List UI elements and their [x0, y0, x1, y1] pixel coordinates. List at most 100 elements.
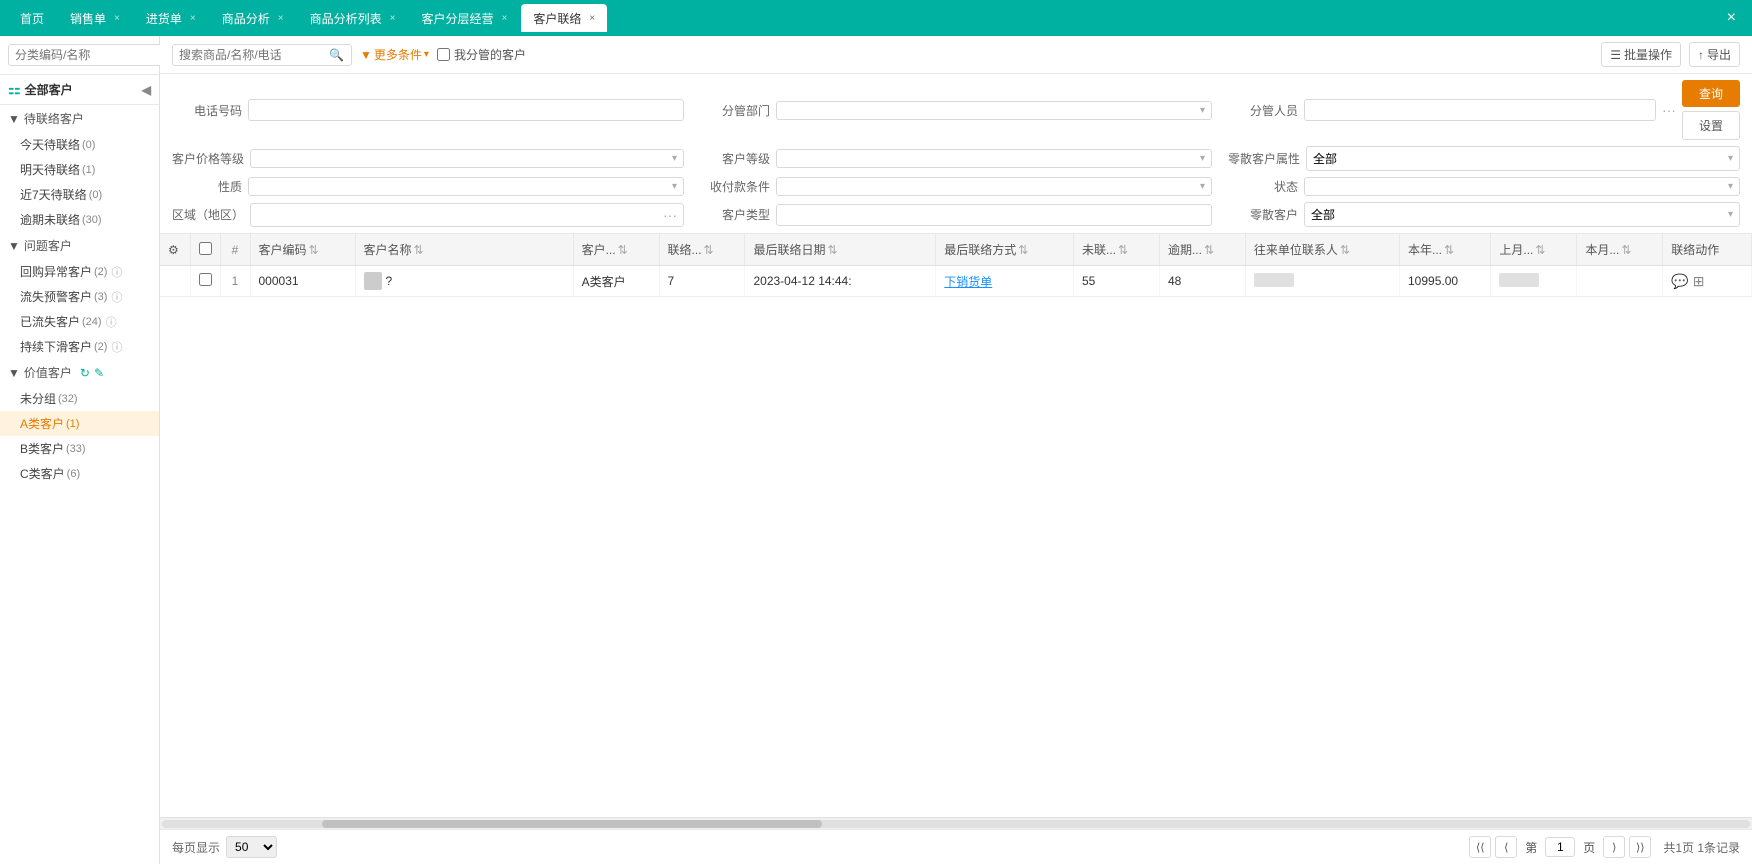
sidebar-item-churned[interactable]: 已流失客户 (24) ⓘ: [0, 309, 159, 334]
td-last-method: 下销货单: [936, 266, 1074, 297]
sidebar-collapse-icon[interactable]: ◀: [142, 83, 151, 97]
filter-search-box: 🔍: [172, 44, 352, 66]
sidebar-item-class-c-badge: (6): [67, 468, 80, 480]
page-size-select[interactable]: 50 100 200: [226, 836, 277, 858]
sidebar-item-today-pending[interactable]: 今天待联络 (0): [0, 132, 159, 157]
tab-product-analysis-close[interactable]: ×: [278, 13, 284, 24]
filter-input-customer-type[interactable]: [776, 204, 1212, 226]
tab-sales-close[interactable]: ×: [114, 13, 120, 24]
filter-row-nature: 性质 ▾: [172, 177, 684, 196]
batch-operation-btn[interactable]: ☰ 批量操作: [1601, 42, 1681, 67]
th-no-contact[interactable]: 未联...⇅: [1074, 234, 1160, 266]
sidebar-item-overdue[interactable]: 逾期未联络 (30): [0, 207, 159, 232]
sidebar-item-class-a[interactable]: A类客户 (1): [0, 411, 159, 436]
td-name: ?: [355, 266, 573, 297]
th-code[interactable]: 客户编码⇅: [250, 234, 355, 266]
chevron-retail-attr-icon: ▾: [1728, 153, 1733, 164]
th-this-year[interactable]: 本年...⇅: [1400, 234, 1491, 266]
filter-search-icon[interactable]: 🔍: [329, 48, 344, 62]
th-overdue[interactable]: 逾期...⇅: [1159, 234, 1245, 266]
main-layout: 🔍 ⚏ 全部客户 ◀ ▼ 待联络客户 今天待联络 (0) 明天待联络 (1) 近…: [0, 36, 1752, 864]
select-all-checkbox[interactable]: [199, 242, 212, 255]
filter-label-status: 状态: [1228, 178, 1298, 195]
sidebar-item-ungrouped[interactable]: 未分组 (32): [0, 386, 159, 411]
sidebar-item-declining[interactable]: 持续下滑客户 (2) ⓘ: [0, 334, 159, 359]
tab-customer-contact[interactable]: 客户联络 ×: [521, 4, 607, 32]
scroll-thumb[interactable]: [322, 820, 822, 828]
last-page-btn[interactable]: ⟩⟩: [1629, 836, 1651, 858]
filter-more-btn[interactable]: ▼ 更多条件 ▾: [360, 46, 429, 63]
th-contact-count[interactable]: 联络...⇅: [659, 234, 745, 266]
setting-button[interactable]: 设置: [1682, 111, 1740, 140]
th-contact-count-label: 联络...: [668, 241, 702, 258]
advanced-filter: 电话号码 分管部门 ▾ 分管人员 ··· 查询 设置: [160, 74, 1752, 234]
filter-select-customer-level[interactable]: ▾: [776, 149, 1212, 168]
sidebar-item-tomorrow-pending[interactable]: 明天待联络 (1): [0, 157, 159, 182]
tab-purchase[interactable]: 进货单 ×: [134, 4, 208, 32]
th-contact-person[interactable]: 往来单位联系人⇅: [1245, 234, 1399, 266]
tab-product-analysis-list[interactable]: 商品分析列表 ×: [298, 4, 408, 32]
tab-purchase-close[interactable]: ×: [190, 13, 196, 24]
filter-select-price-level[interactable]: ▾: [250, 149, 684, 168]
tab-sales[interactable]: 销售单 ×: [58, 4, 132, 32]
next-page-btn[interactable]: ⟩: [1603, 836, 1625, 858]
page-input[interactable]: [1545, 837, 1575, 857]
filter-input-manager[interactable]: [1304, 99, 1656, 121]
sidebar-all-customers-label: 全部客户: [25, 81, 73, 98]
sidebar-group-value[interactable]: ▼ 价值客户 ↻ ✎: [0, 359, 159, 386]
filter-select-nature[interactable]: ▾: [248, 177, 684, 196]
last-method-link[interactable]: 下销货单: [944, 275, 992, 289]
sidebar-item-class-b[interactable]: B类客户 (33): [0, 436, 159, 461]
prev-page-btn[interactable]: ⟨: [1495, 836, 1517, 858]
filter-select-region[interactable]: ···: [250, 203, 684, 227]
th-settings[interactable]: ⚙: [160, 234, 190, 266]
close-all-tabs[interactable]: ×: [1719, 9, 1744, 27]
horizontal-scrollbar[interactable]: [160, 817, 1752, 829]
tab-customer-tier-close[interactable]: ×: [501, 13, 507, 24]
sidebar-item-churn-warning[interactable]: 流失预警客户 (3) ⓘ: [0, 284, 159, 309]
tab-customer-tier[interactable]: 客户分层经营 ×: [409, 4, 519, 32]
sidebar-search-input[interactable]: [8, 44, 177, 66]
sidebar-group-problem[interactable]: ▼ 问题客户: [0, 232, 159, 259]
query-button[interactable]: 查询: [1682, 80, 1740, 107]
sidebar-item-churn-warning-label: 流失预警客户: [20, 288, 92, 305]
filter-select-dept[interactable]: ▾: [776, 101, 1212, 120]
toolbar-right: ☰ 批量操作 ↑ 导出: [1601, 42, 1740, 67]
export-btn[interactable]: ↑ 导出: [1689, 42, 1740, 67]
th-last-method[interactable]: 最后联络方式⇅: [936, 234, 1074, 266]
td-code: 000031: [250, 266, 355, 297]
grid-icon[interactable]: ⊞: [1693, 273, 1705, 290]
th-name[interactable]: 客户名称⇅: [355, 234, 573, 266]
filter-input-phone[interactable]: [248, 99, 684, 121]
th-level[interactable]: 客户...⇅: [573, 234, 659, 266]
th-contact-person-label: 往来单位联系人: [1254, 241, 1338, 258]
filter-select-retail-attr[interactable]: 全部 ▾: [1306, 146, 1740, 171]
row-checkbox[interactable]: [199, 273, 212, 286]
filter-search-input[interactable]: [179, 48, 329, 62]
th-last-date[interactable]: 最后联络日期⇅: [745, 234, 936, 266]
th-this-month[interactable]: 本月...⇅: [1577, 234, 1663, 266]
sidebar-item-class-c[interactable]: C类客户 (6): [0, 461, 159, 486]
tab-customer-contact-close[interactable]: ×: [589, 13, 595, 24]
edit-icon[interactable]: ✎: [94, 366, 104, 380]
sidebar-group-problem-label: 问题客户: [24, 237, 72, 254]
filter-dots-manager[interactable]: ···: [1662, 102, 1676, 118]
filter-dots-region[interactable]: ···: [663, 207, 677, 223]
tab-home[interactable]: 首页: [8, 4, 56, 32]
tab-product-analysis-list-close[interactable]: ×: [390, 13, 396, 24]
sidebar-item-class-a-label: A类客户: [20, 415, 64, 432]
filter-select-payment[interactable]: ▾: [776, 177, 1212, 196]
filter-select-retail-value: 全部: [1311, 206, 1335, 223]
first-page-btn[interactable]: ⟨⟨: [1469, 836, 1491, 858]
sidebar-item-repurchase-abnormal[interactable]: 回购异常客户 (2) ⓘ: [0, 259, 159, 284]
tab-product-analysis[interactable]: 商品分析 ×: [210, 4, 296, 32]
filter-select-status[interactable]: ▾: [1304, 177, 1740, 196]
chat-icon[interactable]: 💬: [1671, 273, 1688, 290]
sidebar-group-pending[interactable]: ▼ 待联络客户: [0, 105, 159, 132]
th-last-month[interactable]: 上月...⇅: [1491, 234, 1577, 266]
my-customers-checkbox[interactable]: [437, 48, 450, 61]
refresh-icon[interactable]: ↻: [80, 366, 90, 380]
sidebar-item-7days-pending[interactable]: 近7天待联络 (0): [0, 182, 159, 207]
my-customers-checkbox-wrapper[interactable]: 我分管的客户: [437, 46, 526, 63]
filter-select-retail[interactable]: 全部 ▾: [1304, 202, 1740, 227]
